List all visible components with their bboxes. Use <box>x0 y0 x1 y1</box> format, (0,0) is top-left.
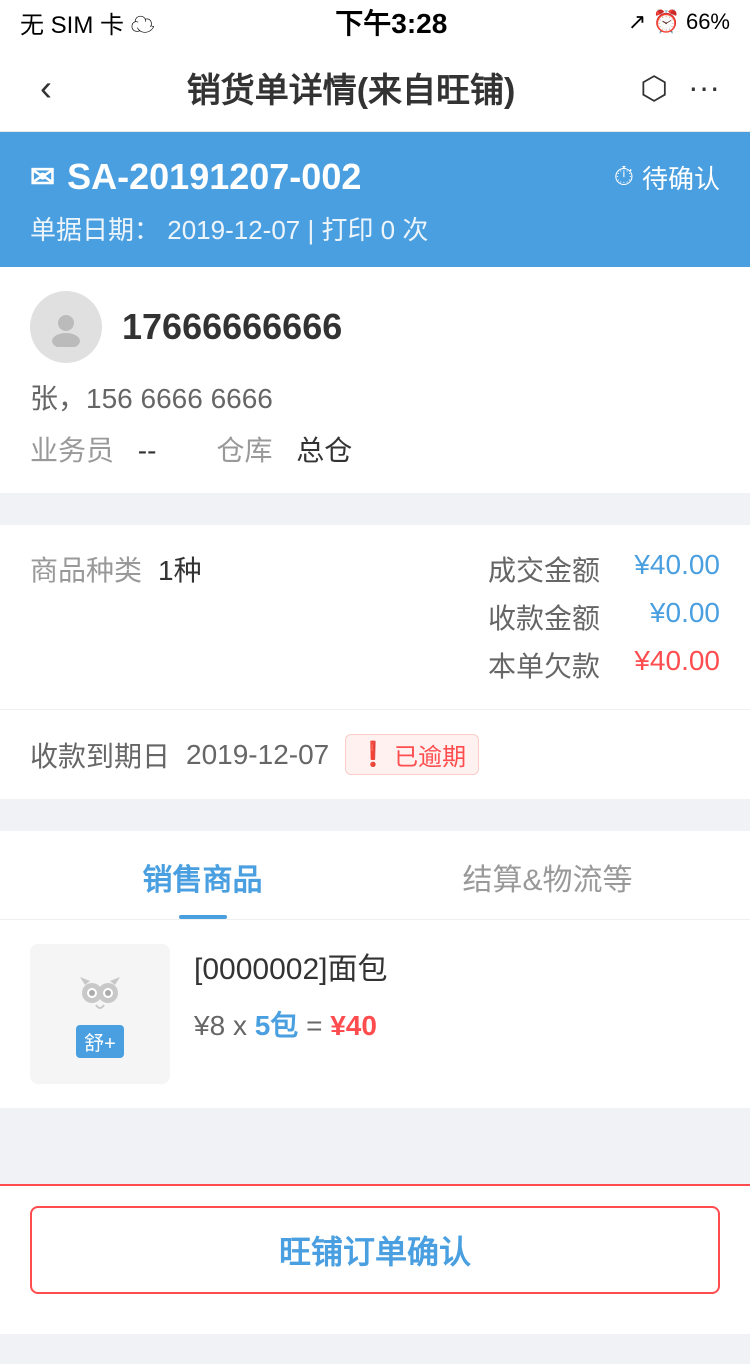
amounts: 成交金额 ¥40.00 收款金额 ¥0.00 本单欠款 ¥40.00 <box>488 549 720 685</box>
tab-settlement[interactable]: 结算&物流等 <box>375 831 720 919</box>
order-date: 单据日期： 2019-12-07 | 打印 0 次 <box>30 210 720 247</box>
no-sim-text: 无 SIM 卡 ☁ <box>20 5 155 40</box>
more-icon[interactable]: ··· <box>688 69 720 106</box>
price-unit: ¥8 <box>194 1010 225 1041</box>
clock-icon: ⏱ <box>614 161 634 193</box>
due-value: 2019-12-07 <box>186 739 329 771</box>
tab-settlement-label: 结算&物流等 <box>462 864 632 897</box>
product-thumbnail: 舒+ <box>30 944 170 1084</box>
date-label: 单据日期： <box>30 215 160 245</box>
customer-name: 张，156 6666 6666 <box>30 377 720 417</box>
due-section: 收款到期日 2019-12-07 ❗ 已逾期 <box>0 709 750 799</box>
nav-bar: ‹ 销货单详情(来自旺铺) ⬡ ··· <box>0 44 750 132</box>
order-id: ✉ SA-20191207-002 <box>30 156 361 198</box>
order-header: ✉ SA-20191207-002 ⏱ 待确认 单据日期： 2019-12-07… <box>0 132 750 267</box>
price-total: ¥40 <box>330 1010 377 1041</box>
product-info: [0000002]面包 ¥8 x 5包 = ¥40 <box>194 944 720 1044</box>
received-value: ¥0.00 <box>620 597 720 637</box>
thumb-label: 舒+ <box>76 1025 124 1058</box>
type-label: 商品种类 <box>30 549 142 589</box>
price-equals: = <box>306 1010 330 1041</box>
warehouse-meta: 仓库 总仓 <box>216 429 352 469</box>
status-right: ↗ ⏰ 66% <box>628 9 730 35</box>
order-id-text: SA-20191207-002 <box>67 156 361 198</box>
bottom-bar: 旺铺订单确认 <box>0 1184 750 1334</box>
customer-meta: 业务员 -- 仓库 总仓 <box>30 429 720 469</box>
due-label: 收款到期日 <box>30 735 170 775</box>
owed-value: ¥40.00 <box>620 645 720 685</box>
print-info: | 打印 0 次 <box>307 215 428 245</box>
summary-section: 商品种类 1种 成交金额 ¥40.00 收款金额 ¥0.00 本单欠款 ¥40.… <box>0 525 750 709</box>
tab-sales-product[interactable]: 销售商品 <box>30 831 375 919</box>
product-item: 舒+ [0000002]面包 ¥8 x 5包 = ¥40 <box>30 944 720 1084</box>
avatar <box>30 291 102 363</box>
divider-2 <box>0 815 750 831</box>
confirm-order-button[interactable]: 旺铺订单确认 <box>30 1206 720 1294</box>
tabs-bar: 销售商品 结算&物流等 <box>0 831 750 920</box>
overdue-badge: ❗ 已逾期 <box>345 734 479 775</box>
order-icon: ✉ <box>30 160 55 195</box>
status-left: 无 SIM 卡 ☁ <box>20 5 155 40</box>
back-button[interactable]: ‹ <box>30 57 62 119</box>
page-title: 销货单详情(来自旺铺) <box>62 63 640 112</box>
sales-label: 业务员 <box>30 435 114 466</box>
type-value: 1种 <box>158 549 202 589</box>
share-icon[interactable]: ⬡ <box>640 69 668 107</box>
divider-1 <box>0 509 750 525</box>
amount-value: ¥40.00 <box>620 549 720 589</box>
overdue-icon: ❗ <box>358 740 388 769</box>
product-name: [0000002]面包 <box>194 944 720 988</box>
amount-label: 成交金额 <box>488 549 600 589</box>
sales-value: -- <box>138 435 157 466</box>
customer-phone: 17666666666 <box>122 306 342 348</box>
warehouse-value: 总仓 <box>296 435 352 466</box>
status-time: 下午3:28 <box>335 2 447 42</box>
received-label: 收款金额 <box>488 597 600 637</box>
warehouse-label: 仓库 <box>216 435 272 466</box>
tabs-section: 销售商品 结算&物流等 <box>0 831 750 920</box>
status-bar: 无 SIM 卡 ☁ 下午3:28 ↗ ⏰ 66% <box>0 0 750 44</box>
customer-section: 17666666666 张，156 6666 6666 业务员 -- 仓库 总仓 <box>0 267 750 493</box>
order-status: ⏱ 待确认 <box>614 159 720 196</box>
owed-label: 本单欠款 <box>488 645 600 685</box>
confirm-order-label: 旺铺订单确认 <box>279 1227 471 1273</box>
price-multiply: x <box>233 1010 255 1041</box>
product-price: ¥8 x 5包 = ¥40 <box>194 1004 720 1044</box>
nav-actions: ⬡ ··· <box>640 69 720 107</box>
price-quantity: 5包 <box>255 1010 299 1041</box>
date-value: 2019-12-07 <box>167 215 300 245</box>
overdue-text: 已逾期 <box>394 737 466 772</box>
tab-sales-label: 销售商品 <box>143 864 263 897</box>
battery-text: ↗ ⏰ 66% <box>628 9 730 35</box>
status-text: 待确认 <box>642 159 720 196</box>
sales-meta: 业务员 -- <box>30 429 156 469</box>
product-section: 舒+ [0000002]面包 ¥8 x 5包 = ¥40 <box>0 920 750 1108</box>
